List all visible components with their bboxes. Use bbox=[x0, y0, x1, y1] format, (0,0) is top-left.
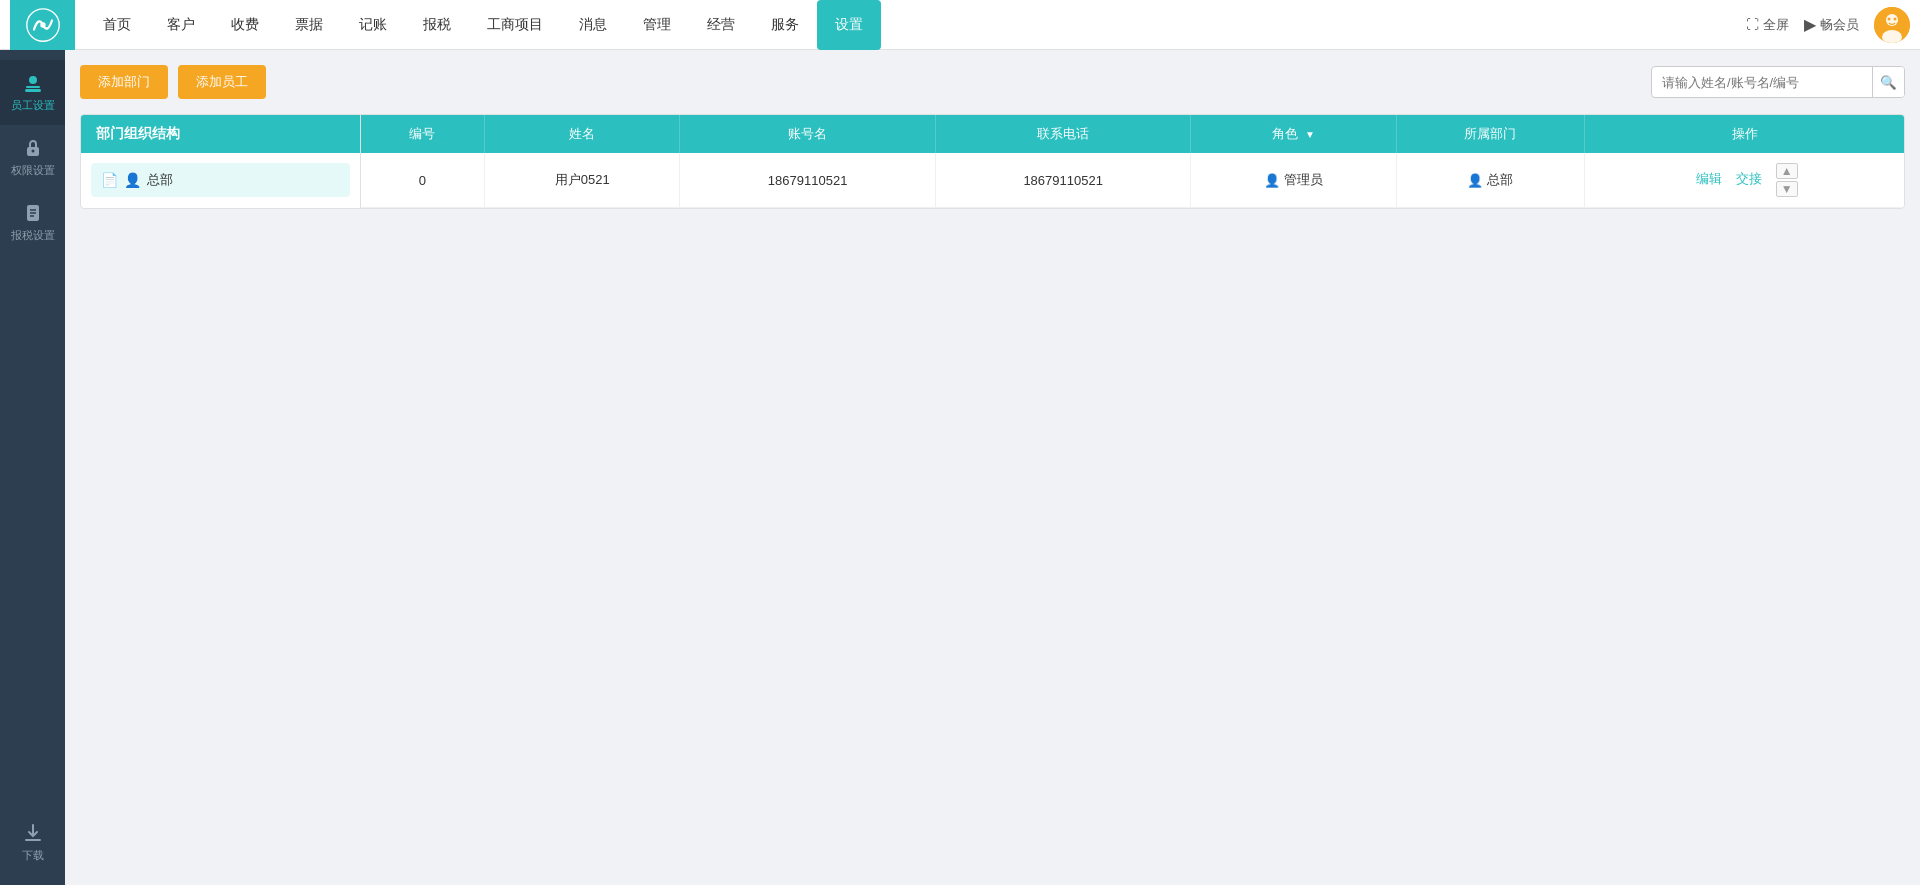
nav-item-message[interactable]: 消息 bbox=[561, 0, 625, 50]
scroll-up-arrow[interactable]: ▲ bbox=[1776, 163, 1798, 179]
dept-tree-body: 📄 👤 总部 bbox=[81, 153, 360, 207]
nav-menu: 首页 客户 收费 票据 记账 报税 工商项目 消息 管理 经营 服务 设置 bbox=[85, 0, 1746, 50]
cell-name: 用户0521 bbox=[484, 153, 679, 208]
dept-root-name: 总部 bbox=[147, 171, 173, 189]
download-icon bbox=[22, 822, 44, 844]
nav-item-home[interactable]: 首页 bbox=[85, 0, 149, 50]
cell-phone: 18679110521 bbox=[935, 153, 1191, 208]
avatar[interactable] bbox=[1874, 7, 1910, 43]
content-area: 添加部门 添加员工 🔍 部门组织结构 📄 👤 总部 bbox=[65, 50, 1920, 885]
col-header-name: 姓名 bbox=[484, 115, 679, 153]
svg-point-7 bbox=[29, 76, 37, 84]
table-area: 编号 姓名 账号名 联系电话 角色 ▼ 所属部门 操作 bbox=[361, 115, 1904, 208]
search-button[interactable]: 🔍 bbox=[1872, 66, 1904, 98]
sidebar-permission-label: 权限设置 bbox=[11, 163, 55, 178]
sidebar-employee-label: 员工设置 bbox=[11, 98, 55, 113]
fullscreen-button[interactable]: ⛶ 全屏 bbox=[1746, 16, 1789, 34]
col-header-account: 账号名 bbox=[680, 115, 936, 153]
cell-role: 👤 管理员 bbox=[1191, 153, 1396, 208]
nav-item-service[interactable]: 服务 bbox=[753, 0, 817, 50]
nav-item-operation[interactable]: 经营 bbox=[689, 0, 753, 50]
file-icon: 📄 bbox=[101, 172, 118, 188]
member-label: 畅会员 bbox=[1820, 16, 1859, 34]
search-input[interactable] bbox=[1652, 75, 1872, 90]
col-header-action: 操作 bbox=[1585, 115, 1904, 153]
nav-item-fee[interactable]: 收费 bbox=[213, 0, 277, 50]
member-button[interactable]: ▶ 畅会员 bbox=[1804, 15, 1859, 34]
cell-actions: 编辑 交接 ▲ ▼ bbox=[1585, 153, 1904, 208]
col-header-code: 编号 bbox=[361, 115, 484, 153]
dept-item-root[interactable]: 📄 👤 总部 bbox=[91, 163, 350, 197]
dept-tree-header: 部门组织结构 bbox=[81, 115, 360, 153]
logo bbox=[10, 0, 75, 50]
member-icon: ▶ bbox=[1804, 15, 1816, 34]
sidebar-tax-label: 报税设置 bbox=[11, 228, 55, 243]
svg-point-5 bbox=[1888, 17, 1891, 20]
edit-link[interactable]: 编辑 bbox=[1691, 171, 1727, 186]
dept-user-icon-cell: 👤 bbox=[1467, 173, 1483, 188]
cell-dept: 👤 总部 bbox=[1396, 153, 1584, 208]
dept-tree: 部门组织结构 📄 👤 总部 bbox=[81, 115, 361, 208]
sidebar: 员工设置 权限设置 报税设置 bbox=[0, 50, 65, 885]
scroll-down-arrow[interactable]: ▼ bbox=[1776, 181, 1798, 197]
employee-icon bbox=[22, 72, 44, 94]
svg-rect-8 bbox=[26, 86, 40, 88]
nav-item-settings[interactable]: 设置 bbox=[817, 0, 881, 50]
toolbar: 添加部门 添加员工 🔍 bbox=[80, 65, 1905, 99]
svg-rect-9 bbox=[25, 89, 41, 92]
col-header-dept: 所属部门 bbox=[1396, 115, 1584, 153]
nav-item-accounting[interactable]: 记账 bbox=[341, 0, 405, 50]
main-layout: 员工设置 权限设置 报税设置 bbox=[0, 50, 1920, 885]
tax-report-icon bbox=[22, 202, 44, 224]
search-icon: 🔍 bbox=[1880, 75, 1897, 90]
col-header-role: 角色 ▼ bbox=[1191, 115, 1396, 153]
permission-icon bbox=[22, 137, 44, 159]
main-panel: 部门组织结构 📄 👤 总部 编号 姓名 账号名 bbox=[80, 114, 1905, 209]
dept-value: 总部 bbox=[1487, 171, 1513, 189]
cell-account: 18679110521 bbox=[680, 153, 936, 208]
add-employee-button[interactable]: 添加员工 bbox=[178, 65, 266, 99]
sidebar-item-employee[interactable]: 员工设置 bbox=[0, 60, 65, 125]
search-box: 🔍 bbox=[1651, 66, 1905, 98]
fullscreen-icon: ⛶ bbox=[1746, 17, 1759, 32]
sidebar-item-download[interactable]: 下载 bbox=[17, 810, 49, 875]
employee-table: 编号 姓名 账号名 联系电话 角色 ▼ 所属部门 操作 bbox=[361, 115, 1904, 208]
sidebar-item-tax-report[interactable]: 报税设置 bbox=[0, 190, 65, 255]
logo-icon bbox=[25, 7, 61, 43]
nav-right: ⛶ 全屏 ▶ 畅会员 bbox=[1746, 7, 1910, 43]
top-nav: 首页 客户 收费 票据 记账 报税 工商项目 消息 管理 经营 服务 设置 ⛶ … bbox=[0, 0, 1920, 50]
role-value: 管理员 bbox=[1284, 171, 1323, 189]
transfer-link[interactable]: 交接 bbox=[1731, 171, 1767, 186]
svg-point-11 bbox=[31, 150, 34, 153]
add-dept-button[interactable]: 添加部门 bbox=[80, 65, 168, 99]
cell-code: 0 bbox=[361, 153, 484, 208]
nav-item-invoice[interactable]: 票据 bbox=[277, 0, 341, 50]
dept-user-icon: 👤 bbox=[124, 172, 141, 188]
nav-item-client[interactable]: 客户 bbox=[149, 0, 213, 50]
avatar-image bbox=[1874, 7, 1910, 43]
role-filter-icon[interactable]: ▼ bbox=[1305, 129, 1315, 140]
fullscreen-label: 全屏 bbox=[1763, 16, 1789, 34]
nav-item-tax[interactable]: 报税 bbox=[405, 0, 469, 50]
svg-point-1 bbox=[40, 22, 45, 27]
col-role-label: 角色 bbox=[1272, 126, 1298, 141]
nav-item-business[interactable]: 工商项目 bbox=[469, 0, 561, 50]
sidebar-bottom: 下载 bbox=[17, 810, 49, 885]
nav-item-manage[interactable]: 管理 bbox=[625, 0, 689, 50]
svg-point-6 bbox=[1894, 17, 1897, 20]
sidebar-download-label: 下载 bbox=[22, 848, 44, 863]
role-user-icon: 👤 bbox=[1264, 173, 1280, 188]
table-row: 0 用户0521 18679110521 18679110521 👤 管理员 bbox=[361, 153, 1904, 208]
col-header-phone: 联系电话 bbox=[935, 115, 1191, 153]
sidebar-item-permission[interactable]: 权限设置 bbox=[0, 125, 65, 190]
